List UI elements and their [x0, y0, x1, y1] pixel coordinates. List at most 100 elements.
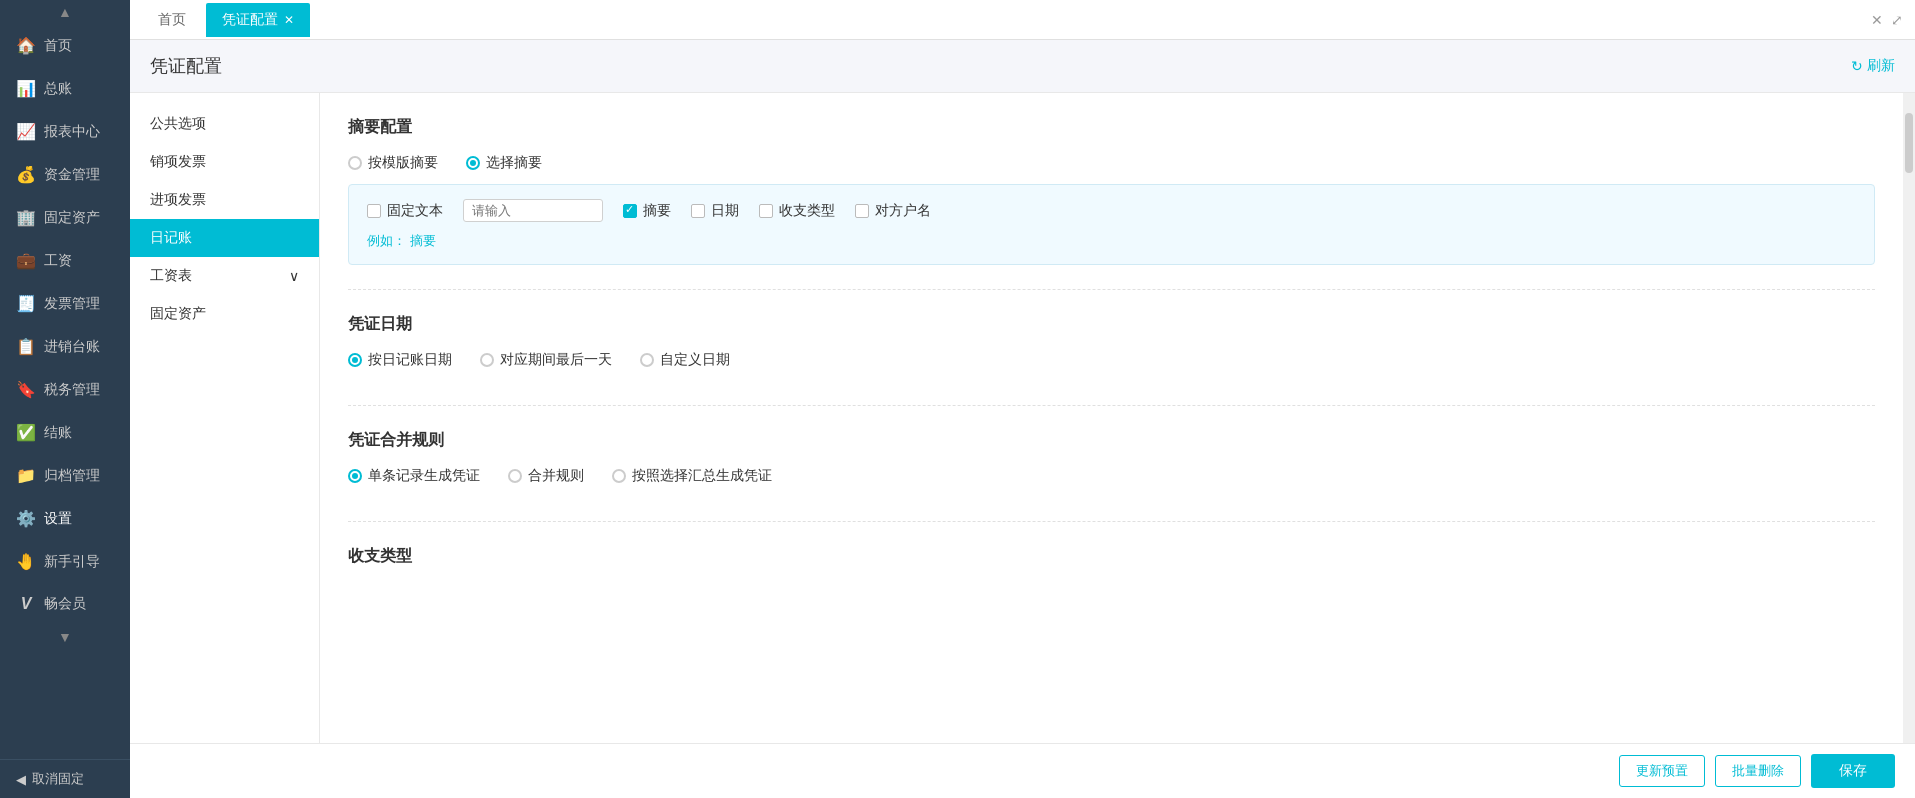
update-preset-button[interactable]: 更新预置	[1619, 755, 1705, 787]
radio-by-record-date[interactable]: 按日记账日期	[348, 351, 452, 369]
summary-radio-group: 按模版摘要 选择摘要	[348, 154, 1875, 172]
voucher-merge-section: 凭证合并规则 单条记录生成凭证 合并规则 按照选择汇总生成凭证	[348, 430, 1875, 522]
chevron-down-icon: ∨	[289, 268, 299, 284]
radio-by-record-date-label: 按日记账日期	[368, 351, 452, 369]
tab-home[interactable]: 首页	[142, 3, 202, 37]
page-header: 凭证配置 ↻ 刷新	[130, 40, 1915, 93]
sidebar-item-assets[interactable]: 🏢 固定资产	[0, 196, 130, 239]
left-nav-journal[interactable]: 日记账	[130, 219, 319, 257]
radio-by-selection-input[interactable]	[612, 469, 626, 483]
checkbox-date-label: 日期	[711, 202, 739, 220]
radio-last-day-input[interactable]	[480, 353, 494, 367]
radio-select-summary[interactable]: 选择摘要	[466, 154, 542, 172]
left-nav-payroll-label: 工资表	[150, 267, 192, 285]
pin-label: 取消固定	[32, 770, 84, 788]
radio-last-day[interactable]: 对应期间最后一天	[480, 351, 612, 369]
radio-single-record[interactable]: 单条记录生成凭证	[348, 467, 480, 485]
sidebar-item-home[interactable]: 🏠 首页	[0, 24, 130, 67]
radio-by-selection[interactable]: 按照选择汇总生成凭证	[612, 467, 772, 485]
radio-template-summary[interactable]: 按模版摘要	[348, 154, 438, 172]
sidebar-item-settle[interactable]: ✅ 结账	[0, 411, 130, 454]
left-nav-fixed-assets[interactable]: 固定资产	[130, 295, 319, 333]
sidebar-item-sales-ledger[interactable]: 📋 进销台账	[0, 325, 130, 368]
sidebar-item-label: 总账	[44, 80, 72, 98]
left-nav: 公共选项 销项发票 进项发票 日记账 工资表 ∨ 固定资产	[130, 93, 320, 743]
tab-controls: ✕ ⤢	[1871, 12, 1903, 28]
voucher-date-section: 凭证日期 按日记账日期 对应期间最后一天 自定义日期	[348, 314, 1875, 406]
example-text: 例如： 摘要	[367, 232, 1856, 250]
radio-merge-rule-input[interactable]	[508, 469, 522, 483]
checkbox-income-type-input[interactable]	[759, 204, 773, 218]
sidebar-item-tax[interactable]: 🔖 税务管理	[0, 368, 130, 411]
tab-bar: 首页 凭证配置 ✕ ✕ ⤢	[130, 0, 1915, 40]
invoice-mgmt-icon: 🧾	[16, 294, 36, 313]
radio-by-record-date-input[interactable]	[348, 353, 362, 367]
radio-custom-date[interactable]: 自定义日期	[640, 351, 730, 369]
checkbox-counterpart-name[interactable]: 对方户名	[855, 202, 931, 220]
sidebar-item-label: 资金管理	[44, 166, 100, 184]
sidebar-item-guide[interactable]: 🤚 新手引导	[0, 540, 130, 583]
example-prefix: 例如：	[367, 233, 406, 248]
tab-voucher-config[interactable]: 凭证配置 ✕	[206, 3, 310, 37]
scroll-thumb[interactable]	[1905, 113, 1913, 173]
content-area: 凭证配置 ↻ 刷新 公共选项 销项发票 进项发票 日记账	[130, 40, 1915, 798]
tax-icon: 🔖	[16, 380, 36, 399]
page-title: 凭证配置	[150, 54, 222, 78]
checkbox-date[interactable]: 日期	[691, 202, 739, 220]
main-panel: 摘要配置 按模版摘要 选择摘要	[320, 93, 1903, 743]
window-expand-icon[interactable]: ⤢	[1891, 12, 1903, 28]
sidebar-item-member[interactable]: V 畅会员	[0, 583, 130, 625]
radio-select-summary-input[interactable]	[466, 156, 480, 170]
left-nav-payroll-table[interactable]: 工资表 ∨	[130, 257, 319, 295]
radio-custom-date-input[interactable]	[640, 353, 654, 367]
payroll-icon: 💼	[16, 251, 36, 270]
summary-checkbox-config: 固定文本 摘要 日期	[348, 184, 1875, 265]
checkbox-counterpart-name-input[interactable]	[855, 204, 869, 218]
radio-merge-rule[interactable]: 合并规则	[508, 467, 584, 485]
sidebar-item-capital[interactable]: 💰 资金管理	[0, 153, 130, 196]
pin-icon: ◀	[16, 772, 26, 787]
left-nav-purchase-invoice[interactable]: 进项发票	[130, 181, 319, 219]
voucher-date-title: 凭证日期	[348, 314, 1875, 335]
sidebar-pin-toggle[interactable]: ◀ 取消固定	[0, 759, 130, 798]
sidebar-item-label: 固定资产	[44, 209, 100, 227]
sidebar-item-archive[interactable]: 📁 归档管理	[0, 454, 130, 497]
example-value: 摘要	[410, 233, 436, 248]
sidebar-item-invoice-mgmt[interactable]: 🧾 发票管理	[0, 282, 130, 325]
scroll-rail	[1903, 93, 1915, 743]
sidebar-item-settings[interactable]: ⚙️ 设置	[0, 497, 130, 540]
sidebar-item-ledger[interactable]: 📊 总账	[0, 67, 130, 110]
tab-close-icon[interactable]: ✕	[284, 13, 294, 27]
checkbox-income-type[interactable]: 收支类型	[759, 202, 835, 220]
settings-icon: ⚙️	[16, 509, 36, 528]
checkbox-date-input[interactable]	[691, 204, 705, 218]
sidebar-scroll-down[interactable]: ▼	[0, 625, 130, 649]
fixed-text-input[interactable]	[463, 199, 603, 222]
checkbox-fixed-text[interactable]: 固定文本	[367, 202, 443, 220]
sidebar-item-reports[interactable]: 📈 报表中心	[0, 110, 130, 153]
refresh-button[interactable]: ↻ 刷新	[1851, 57, 1895, 75]
sidebar-scroll-up[interactable]: ▲	[0, 0, 130, 24]
left-nav-sales-invoice[interactable]: 销项发票	[130, 143, 319, 181]
window-close-icon[interactable]: ✕	[1871, 12, 1883, 28]
radio-template-summary-input[interactable]	[348, 156, 362, 170]
sidebar-item-label: 设置	[44, 510, 72, 528]
checkbox-summary-input[interactable]	[623, 204, 637, 218]
left-nav-public[interactable]: 公共选项	[130, 105, 319, 143]
capital-icon: 💰	[16, 165, 36, 184]
voucher-merge-radio-group: 单条记录生成凭证 合并规则 按照选择汇总生成凭证	[348, 467, 1875, 485]
checkbox-summary[interactable]: 摘要	[623, 202, 671, 220]
archive-icon: 📁	[16, 466, 36, 485]
sidebar-item-label: 新手引导	[44, 553, 100, 571]
sidebar-item-label: 首页	[44, 37, 72, 55]
left-nav-journal-label: 日记账	[150, 229, 192, 247]
save-button[interactable]: 保存	[1811, 754, 1895, 788]
refresh-icon: ↻	[1851, 58, 1863, 74]
sidebar-item-payroll[interactable]: 💼 工资	[0, 239, 130, 282]
batch-delete-button[interactable]: 批量删除	[1715, 755, 1801, 787]
sidebar-item-label: 结账	[44, 424, 72, 442]
left-nav-sales-invoice-label: 销项发票	[150, 153, 206, 171]
radio-single-record-input[interactable]	[348, 469, 362, 483]
checkbox-fixed-text-input[interactable]	[367, 204, 381, 218]
summary-config-section: 摘要配置 按模版摘要 选择摘要	[348, 117, 1875, 290]
